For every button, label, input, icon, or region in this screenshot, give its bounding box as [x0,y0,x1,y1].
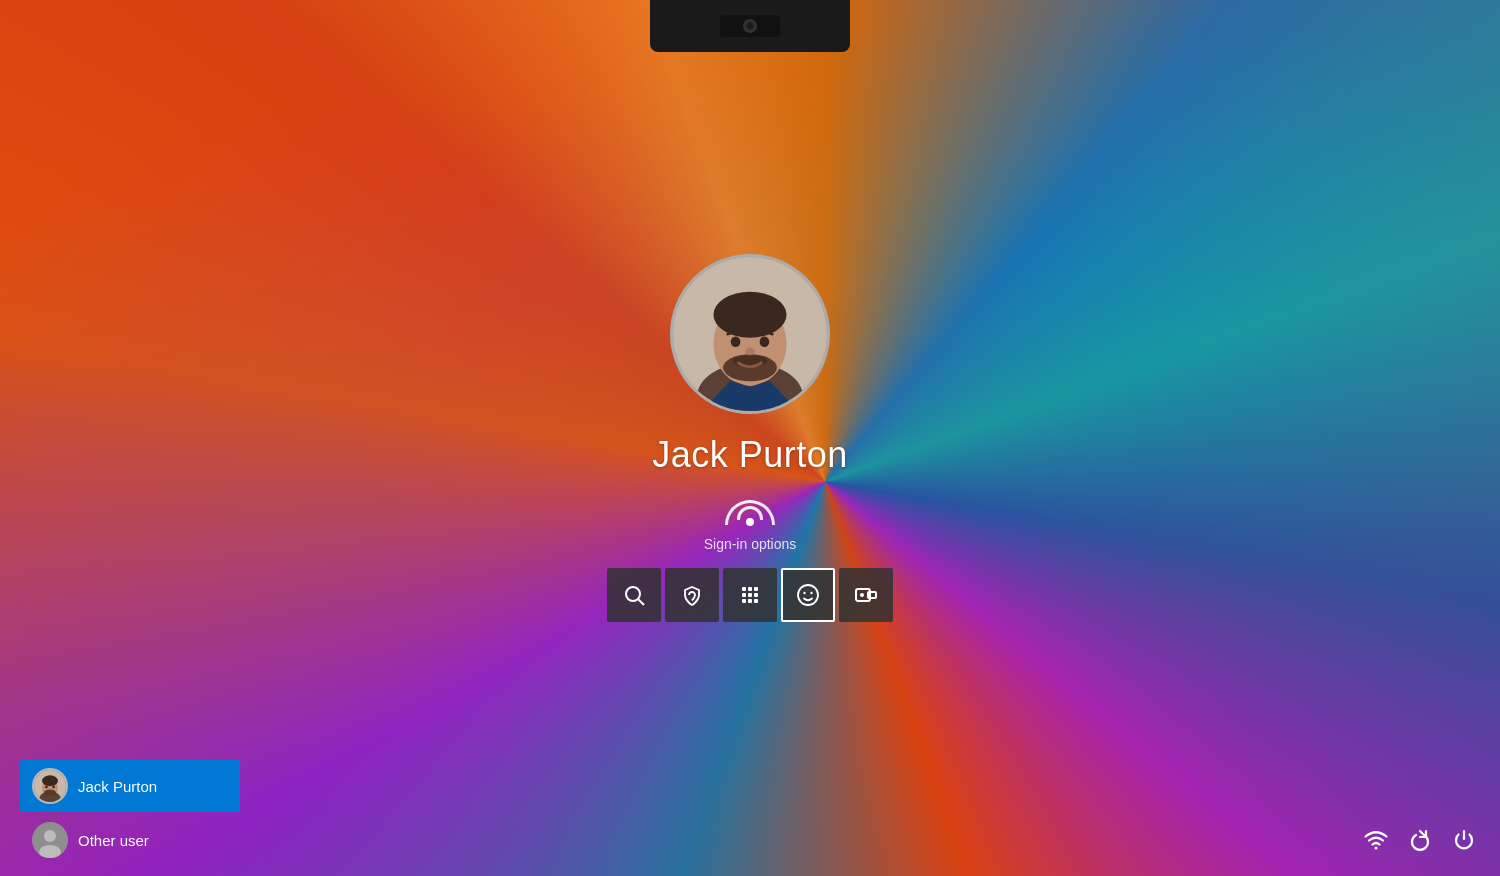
svg-rect-15 [754,587,758,591]
svg-point-9 [760,336,770,347]
user-item-jack-purton[interactable]: Jack Purton [20,760,240,812]
svg-point-27 [860,593,864,597]
svg-rect-20 [748,599,752,603]
svg-rect-13 [742,587,746,591]
user-avatar-jack-purton [32,768,68,804]
svg-rect-17 [748,593,752,597]
webcam-lens [743,19,757,33]
power-icon[interactable] [1452,828,1476,858]
webcam [720,15,780,37]
signin-buttons-group [607,568,893,622]
svg-point-5 [717,294,782,329]
svg-point-10 [745,347,755,355]
user-avatar [670,254,830,414]
login-container: Jack Purton Sign-in options [0,0,1500,876]
svg-line-12 [639,600,645,606]
svg-rect-18 [754,593,758,597]
monitor-bezel [650,0,850,52]
user-name-jack-purton: Jack Purton [78,778,157,795]
svg-rect-16 [742,593,746,597]
signin-options-label[interactable]: Sign-in options [704,536,797,552]
svg-rect-21 [754,599,758,603]
signin-btn-face[interactable] [781,568,835,622]
signin-btn-security-key[interactable] [839,568,893,622]
hello-icon [726,500,774,528]
signin-btn-pin[interactable] [723,568,777,622]
svg-point-38 [1375,847,1378,850]
svg-point-24 [810,592,812,594]
signin-btn-password[interactable] [607,568,661,622]
svg-point-22 [798,585,818,605]
login-username: Jack Purton [652,434,848,476]
svg-point-23 [803,592,805,594]
user-switcher: Jack Purton Other user [20,760,240,866]
svg-rect-19 [742,599,746,603]
power-options-icon[interactable] [1408,828,1432,858]
svg-point-8 [731,336,741,347]
signin-btn-fingerprint[interactable] [665,568,719,622]
svg-point-32 [44,790,56,797]
bottom-right-icons [1364,828,1476,858]
svg-point-34 [52,786,55,789]
user-item-other-user[interactable]: Other user [20,814,240,866]
user-avatar-other-user [32,822,68,858]
svg-point-36 [44,830,56,842]
wifi-icon[interactable] [1364,828,1388,858]
svg-point-33 [45,786,48,789]
svg-point-7 [733,355,768,367]
svg-rect-14 [748,587,752,591]
user-name-other-user: Other user [78,832,149,849]
svg-point-11 [626,587,640,601]
svg-point-31 [42,775,58,786]
